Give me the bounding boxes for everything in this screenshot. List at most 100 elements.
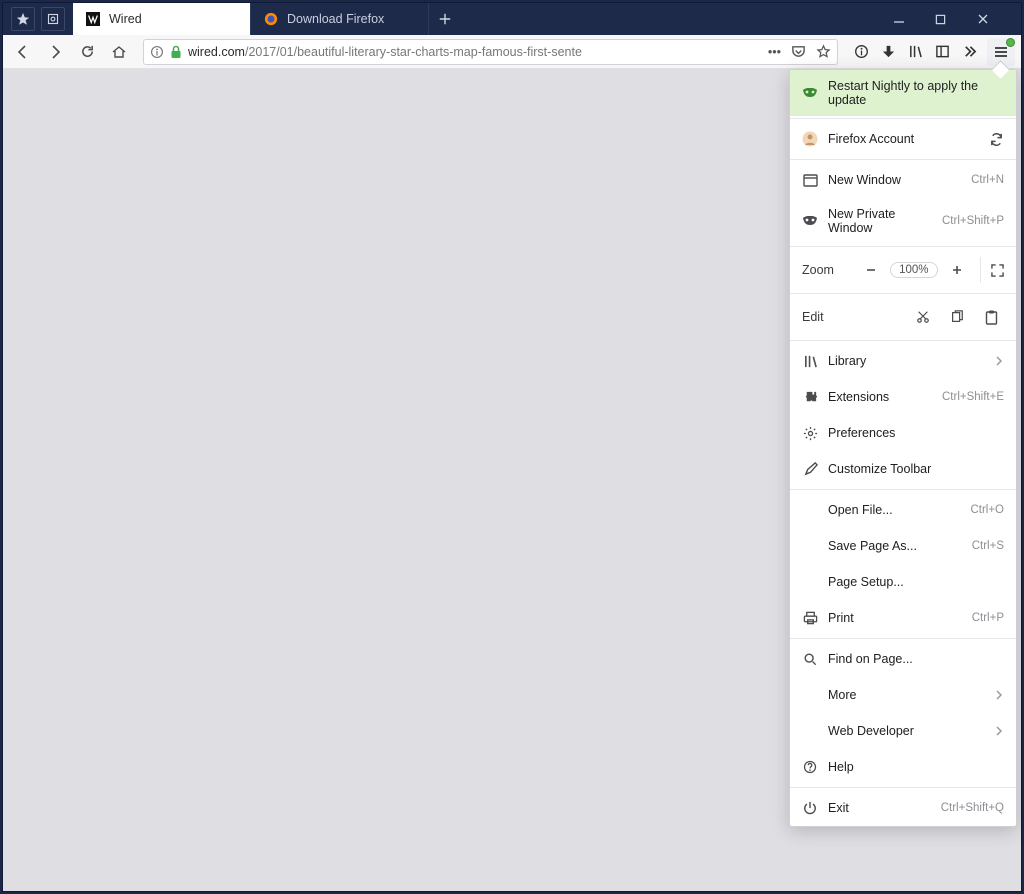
menu-shortcut: Ctrl+P [972,612,1004,624]
menu-extensions[interactable]: Extensions Ctrl+Shift+E [790,379,1016,415]
menu-exit[interactable]: Exit Ctrl+Shift+Q [790,790,1016,826]
menu-firefox-account[interactable]: Firefox Account [790,121,1016,157]
menu-separator [790,293,1016,294]
overflow-icon[interactable] [962,44,977,59]
settings-badge-icon [41,7,65,31]
menu-separator [790,638,1016,639]
menu-label: Library [828,354,984,368]
menu-label: Exit [828,801,931,815]
sync-icon[interactable] [989,132,1004,147]
page-actions: ••• [768,44,831,59]
url-bar[interactable]: wired.com/2017/01/beautiful-literary-sta… [143,39,838,65]
mask-icon [802,213,818,229]
menu-shortcut: Ctrl+Shift+P [942,215,1004,227]
menu-restart-update[interactable]: Restart Nightly to apply the update [790,70,1016,116]
menu-new-window[interactable]: New Window Ctrl+N [790,162,1016,198]
menu-label: Web Developer [828,724,984,738]
url-path: /2017/01/beautiful-literary-star-charts-… [245,45,582,59]
power-icon [802,800,818,816]
menu-label: Restart Nightly to apply the update [828,79,1004,107]
menu-label: Page Setup... [828,575,1004,589]
browser-window: Wired Download Firefox [2,2,1022,892]
help-icon [802,759,818,775]
menu-customize-toolbar[interactable]: Customize Toolbar [790,451,1016,487]
menu-save-page-as[interactable]: Save Page As... Ctrl+S [790,528,1016,564]
gear-icon [802,425,818,441]
zoom-value[interactable]: 100% [890,262,937,278]
menu-web-developer[interactable]: Web Developer [790,713,1016,749]
menu-more[interactable]: More [790,677,1016,713]
menu-label: Extensions [828,390,932,404]
toolbar-right [848,44,983,59]
menu-help[interactable]: Help [790,749,1016,785]
more-actions-icon[interactable]: ••• [768,45,781,59]
nightly-badge-icon [11,7,35,31]
close-button[interactable] [977,13,1007,25]
menu-label: Open File... [828,503,960,517]
app-menu-panel: Restart Nightly to apply the update Fire… [789,69,1017,827]
zoom-in-button[interactable] [946,257,969,283]
update-badge-icon [1006,38,1015,47]
menu-page-setup[interactable]: Page Setup... [790,564,1016,600]
menu-label: Preferences [828,426,1004,440]
bookmark-star-icon[interactable] [816,44,831,59]
minimize-button[interactable] [893,13,923,25]
menu-shortcut: Ctrl+Shift+Q [941,802,1004,814]
tab-favicon-firefox [263,11,279,27]
menu-new-private-window[interactable]: New Private Window Ctrl+Shift+P [790,198,1016,244]
tabs-container: Wired Download Firefox [73,3,879,35]
menu-label: Firefox Account [828,132,979,146]
reload-button[interactable] [73,38,101,66]
titlebar-left-icons [3,3,73,35]
lock-icon [170,45,182,59]
menu-find-on-page[interactable]: Find on Page... [790,641,1016,677]
copy-button[interactable] [944,304,970,330]
tab-favicon-wired [85,11,101,27]
mask-icon [802,85,818,101]
menu-print[interactable]: Print Ctrl+P [790,600,1016,636]
url-text: wired.com/2017/01/beautiful-literary-sta… [188,45,582,59]
back-button[interactable] [9,38,37,66]
url-host: wired.com [188,45,245,59]
menu-preferences[interactable]: Preferences [790,415,1016,451]
paste-button[interactable] [978,304,1004,330]
window-icon [802,172,818,188]
menu-separator [790,489,1016,490]
menu-label: Print [828,611,962,625]
sidebar-icon[interactable] [935,44,950,59]
page-content: Restart Nightly to apply the update Fire… [3,69,1021,891]
menu-label: More [828,688,984,702]
menu-edit-row: Edit [790,296,1016,338]
menu-zoom-row: Zoom 100% [790,249,1016,291]
menu-label: New Private Window [828,207,932,235]
library-icon [802,353,818,369]
home-button[interactable] [105,38,133,66]
maximize-button[interactable] [935,14,965,25]
library-icon[interactable] [908,44,923,59]
new-tab-button[interactable] [429,3,461,35]
cut-button[interactable] [910,304,936,330]
tab-label: Download Firefox [287,12,384,26]
tab-download-firefox[interactable]: Download Firefox [251,3,429,35]
identity-info-icon[interactable] [150,45,164,59]
menu-library[interactable]: Library [790,343,1016,379]
fullscreen-button[interactable] [980,257,1004,283]
menu-shortcut: Ctrl+N [971,174,1004,186]
menu-separator [790,340,1016,341]
menu-shortcut: Ctrl+S [972,540,1004,552]
nav-toolbar: wired.com/2017/01/beautiful-literary-sta… [3,35,1021,69]
zoom-out-button[interactable] [860,257,883,283]
menu-shortcut: Ctrl+O [970,504,1004,516]
menu-separator [790,118,1016,119]
forward-button[interactable] [41,38,69,66]
pocket-icon[interactable] [791,44,806,59]
menu-label: Save Page As... [828,539,962,553]
paintbrush-icon [802,461,818,477]
menu-open-file[interactable]: Open File... Ctrl+O [790,492,1016,528]
search-icon [802,651,818,667]
puzzle-icon [802,389,818,405]
tab-wired[interactable]: Wired [73,3,251,35]
chevron-right-icon [994,690,1004,700]
downloads-icon[interactable] [881,44,896,59]
info-panel-icon[interactable] [854,44,869,59]
